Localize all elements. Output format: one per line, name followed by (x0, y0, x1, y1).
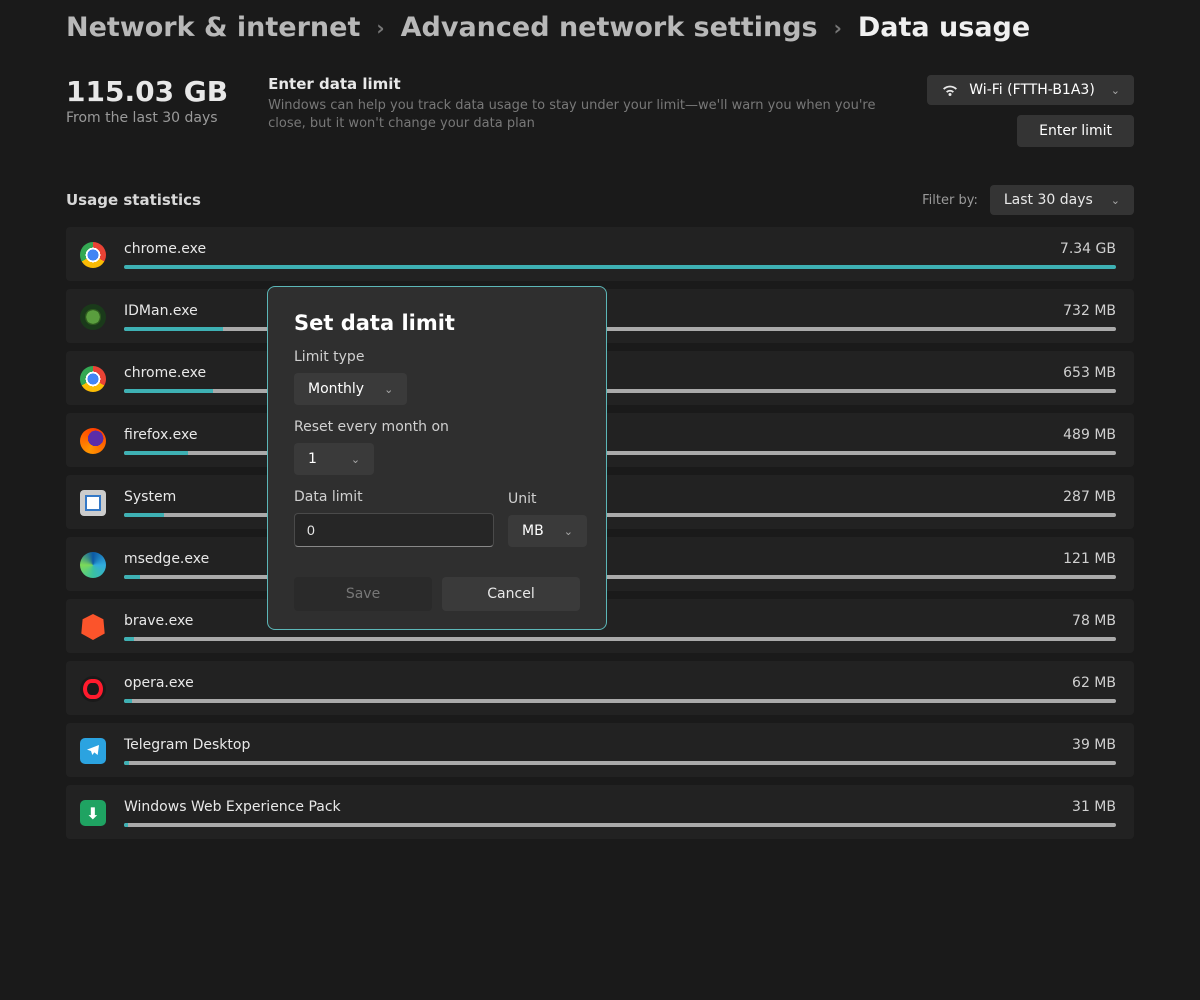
app-row[interactable]: Telegram Desktop 39 MB (66, 723, 1134, 777)
app-size: 7.34 GB (1060, 241, 1116, 257)
reset-day-select[interactable]: 1 ⌄ (294, 443, 374, 475)
app-name: Telegram Desktop (124, 737, 250, 753)
usage-bar (124, 637, 1116, 641)
idm-icon (80, 304, 106, 330)
total-subtitle: From the last 30 days (66, 110, 228, 126)
app-size: 653 MB (1063, 365, 1116, 381)
unit-select[interactable]: MB ⌄ (508, 515, 587, 547)
brave-icon (80, 614, 106, 640)
limit-type-value: Monthly (308, 381, 364, 397)
app-name: chrome.exe (124, 365, 206, 381)
app-name: firefox.exe (124, 427, 198, 443)
limit-title: Enter data limit (268, 75, 887, 93)
chrome-icon (80, 366, 106, 392)
chevron-down-icon: ⌄ (564, 525, 573, 538)
usage-bar (124, 265, 1116, 269)
breadcrumb: Network & internet › Advanced network se… (0, 0, 1200, 49)
total-value: 115.03 GB (66, 75, 228, 108)
set-limit-dialog: Set data limit Limit type Monthly ⌄ Rese… (267, 286, 607, 630)
app-name: Windows Web Experience Pack (124, 799, 341, 815)
app-size: 31 MB (1072, 799, 1116, 815)
chevron-right-icon: › (376, 16, 384, 40)
chevron-right-icon: › (834, 16, 842, 40)
unit-value: MB (522, 523, 544, 539)
dialog-title: Set data limit (294, 311, 580, 335)
enter-limit-button[interactable]: Enter limit (1017, 115, 1134, 147)
stats-title: Usage statistics (66, 191, 201, 209)
filter-selector[interactable]: Last 30 days ⌄ (990, 185, 1134, 215)
limit-type-select[interactable]: Monthly ⌄ (294, 373, 407, 405)
app-size: 287 MB (1063, 489, 1116, 505)
limit-desc: Windows can help you track data usage to… (268, 97, 887, 133)
opera-icon (80, 676, 106, 702)
reset-day-label: Reset every month on (294, 419, 580, 435)
app-name: msedge.exe (124, 551, 209, 567)
filter-value: Last 30 days (1004, 192, 1093, 208)
data-limit-label: Data limit (294, 489, 494, 505)
app-size: 121 MB (1063, 551, 1116, 567)
wifi-icon (941, 83, 959, 97)
filter-label: Filter by: (922, 193, 978, 208)
data-limit-input[interactable] (294, 513, 494, 547)
chevron-down-icon: ⌄ (1111, 194, 1120, 207)
usage-bar (124, 699, 1116, 703)
app-name: IDMan.exe (124, 303, 198, 319)
crumb-advanced[interactable]: Advanced network settings (401, 12, 818, 43)
chrome-icon (80, 242, 106, 268)
crumb-current: Data usage (858, 12, 1030, 43)
app-name: System (124, 489, 176, 505)
usage-bar (124, 823, 1116, 827)
download-icon: ⬇ (80, 800, 106, 826)
app-size: 39 MB (1072, 737, 1116, 753)
app-row[interactable]: opera.exe 62 MB (66, 661, 1134, 715)
chevron-down-icon: ⌄ (1111, 84, 1120, 97)
app-size: 732 MB (1063, 303, 1116, 319)
cancel-button[interactable]: Cancel (442, 577, 580, 611)
app-row[interactable]: chrome.exe 7.34 GB (66, 227, 1134, 281)
limit-info: Enter data limit Windows can help you tr… (268, 75, 887, 133)
app-row[interactable]: ⬇ Windows Web Experience Pack 31 MB (66, 785, 1134, 839)
edge-icon (80, 552, 106, 578)
app-size: 78 MB (1072, 613, 1116, 629)
app-size: 62 MB (1072, 675, 1116, 691)
app-name: opera.exe (124, 675, 194, 691)
firefox-icon (80, 428, 106, 454)
crumb-network[interactable]: Network & internet (66, 12, 360, 43)
save-button[interactable]: Save (294, 577, 432, 611)
limit-type-label: Limit type (294, 349, 580, 365)
network-label: Wi-Fi (FTTH-B1A3) (969, 82, 1095, 98)
app-name: brave.exe (124, 613, 193, 629)
chevron-down-icon: ⌄ (351, 453, 360, 466)
app-name: chrome.exe (124, 241, 206, 257)
app-size: 489 MB (1063, 427, 1116, 443)
total-usage: 115.03 GB From the last 30 days (66, 75, 228, 126)
unit-label: Unit (508, 491, 587, 507)
chevron-down-icon: ⌄ (384, 383, 393, 396)
reset-day-value: 1 (308, 451, 317, 467)
network-selector[interactable]: Wi-Fi (FTTH-B1A3) ⌄ (927, 75, 1134, 105)
telegram-icon (80, 738, 106, 764)
usage-bar (124, 761, 1116, 765)
system-icon (80, 490, 106, 516)
